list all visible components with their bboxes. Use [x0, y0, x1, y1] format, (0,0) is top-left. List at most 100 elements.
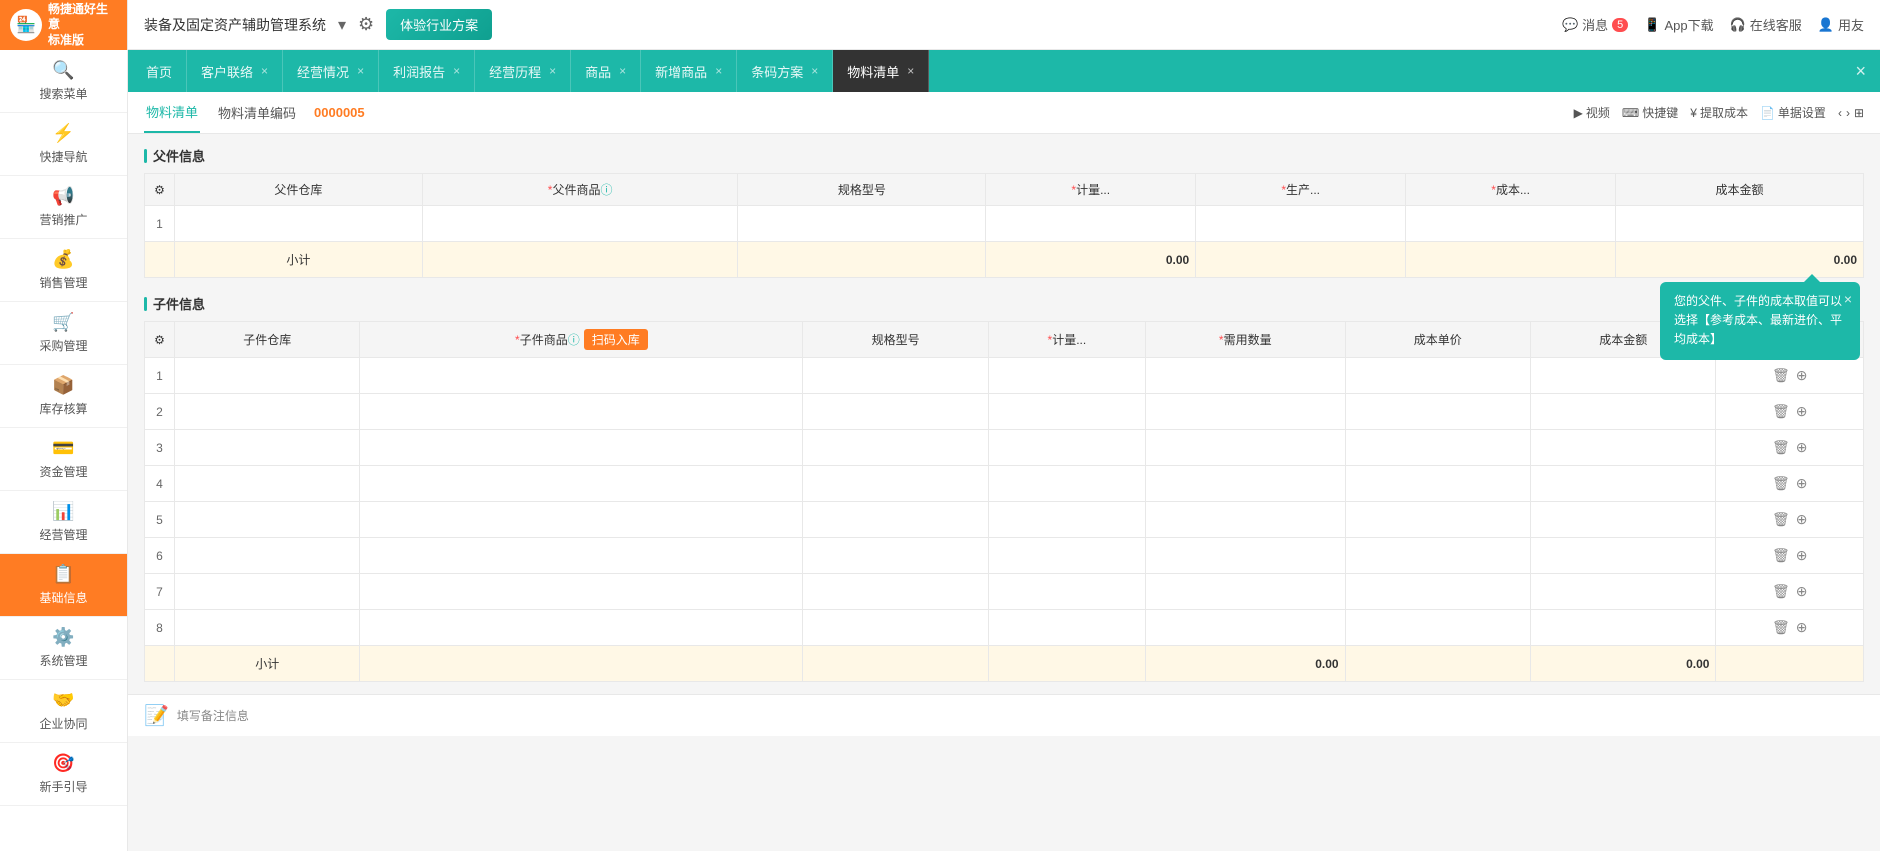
child-row-5-warehouse[interactable] [175, 502, 360, 538]
child-row-5-cost-amount[interactable] [1531, 502, 1716, 538]
tab-ops-status[interactable]: 经营情况 × [283, 50, 379, 92]
trial-button[interactable]: 体验行业方案 [386, 9, 492, 40]
child-row-7-copy-icon[interactable]: ⊕ [1796, 583, 1808, 600]
child-row-3-spec[interactable] [803, 430, 988, 466]
tab-ops-history-close[interactable]: × [549, 64, 556, 78]
tab-profit-report[interactable]: 利润报告 × [379, 50, 475, 92]
child-row-2-needed-qty[interactable] [1145, 394, 1345, 430]
sidebar-item-search[interactable]: 🔍 搜索菜单 [0, 50, 127, 113]
parent-row-1-cost-amount[interactable] [1616, 206, 1864, 242]
child-row-1-goods[interactable] [360, 358, 803, 394]
child-row-4-cost-unit[interactable] [1345, 466, 1530, 502]
sidebar-item-marketing[interactable]: 📢 营销推广 [0, 176, 127, 239]
child-row-7-unit[interactable] [988, 574, 1145, 610]
tab-goods-close[interactable]: × [619, 64, 626, 78]
sidebar-item-purchase[interactable]: 🛒 采购管理 [0, 302, 127, 365]
child-row-6-spec[interactable] [803, 538, 988, 574]
system-dropdown-button[interactable]: ▾ [338, 15, 346, 35]
child-row-5-unit[interactable] [988, 502, 1145, 538]
child-row-3-warehouse[interactable] [175, 430, 360, 466]
child-row-1-cost-amount[interactable] [1531, 358, 1716, 394]
child-row-1-delete-icon[interactable]: 🗑 [1772, 367, 1790, 384]
child-row-3-delete-icon[interactable]: 🗑 [1772, 439, 1790, 456]
child-row-2-goods[interactable] [360, 394, 803, 430]
child-row-5-goods[interactable] [360, 502, 803, 538]
tab-barcode[interactable]: 条码方案 × [737, 50, 833, 92]
child-row-1-warehouse[interactable] [175, 358, 360, 394]
sub-nav-shortcut[interactable]: ⌨ 快捷键 [1622, 104, 1678, 121]
child-row-6-cost-unit[interactable] [1345, 538, 1530, 574]
child-row-1-needed-qty[interactable] [1145, 358, 1345, 394]
tab-customer[interactable]: 客户联络 × [187, 50, 283, 92]
sidebar-item-system[interactable]: ⚙️ 系统管理 [0, 617, 127, 680]
child-row-6-goods[interactable] [360, 538, 803, 574]
sidebar-item-sales[interactable]: 💰 销售管理 [0, 239, 127, 302]
child-row-8-cost-amount[interactable] [1531, 610, 1716, 646]
child-row-1-spec[interactable] [803, 358, 988, 394]
sidebar-item-enterprise[interactable]: 🤝 企业协同 [0, 680, 127, 743]
sidebar-item-operations[interactable]: 📊 经营管理 [0, 491, 127, 554]
sidebar-item-quick-nav[interactable]: ⚡ 快捷导航 [0, 113, 127, 176]
nav-close-button[interactable]: × [1845, 61, 1876, 82]
child-row-2-unit[interactable] [988, 394, 1145, 430]
parent-row-1-cost[interactable] [1406, 206, 1616, 242]
child-row-6-needed-qty[interactable] [1145, 538, 1345, 574]
child-row-3-needed-qty[interactable] [1145, 430, 1345, 466]
child-row-8-unit[interactable] [988, 610, 1145, 646]
child-row-7-delete-icon[interactable]: 🗑 [1772, 583, 1790, 600]
child-row-3-copy-icon[interactable]: ⊕ [1796, 439, 1808, 456]
nav-prev-icon[interactable]: ‹ [1838, 106, 1842, 120]
child-goods-info-icon[interactable]: ⓘ [568, 333, 580, 347]
nav-next-icon[interactable]: › [1846, 106, 1850, 120]
child-row-2-spec[interactable] [803, 394, 988, 430]
child-row-4-needed-qty[interactable] [1145, 466, 1345, 502]
child-row-5-needed-qty[interactable] [1145, 502, 1345, 538]
child-row-7-needed-qty[interactable] [1145, 574, 1345, 610]
tab-bom-close[interactable]: × [907, 64, 914, 78]
tooltip-close-button[interactable]: × [1844, 288, 1852, 310]
child-row-8-spec[interactable] [803, 610, 988, 646]
parent-row-1-goods[interactable] [422, 206, 738, 242]
child-row-4-warehouse[interactable] [175, 466, 360, 502]
sidebar-item-guide[interactable]: 🎯 新手引导 [0, 743, 127, 806]
child-row-6-unit[interactable] [988, 538, 1145, 574]
child-row-7-warehouse[interactable] [175, 574, 360, 610]
child-row-1-unit[interactable] [988, 358, 1145, 394]
child-row-6-delete-icon[interactable]: 🗑 [1772, 547, 1790, 564]
child-row-2-warehouse[interactable] [175, 394, 360, 430]
tab-bom[interactable]: 物料清单 × [833, 50, 929, 92]
sidebar-item-inventory[interactable]: 📦 库存核算 [0, 365, 127, 428]
grid-view-icon[interactable]: ⊞ [1854, 106, 1864, 120]
child-row-8-cost-unit[interactable] [1345, 610, 1530, 646]
child-row-5-delete-icon[interactable]: 🗑 [1772, 511, 1790, 528]
tab-new-goods[interactable]: 新增商品 × [641, 50, 737, 92]
child-row-7-cost-amount[interactable] [1531, 574, 1716, 610]
child-col-gear[interactable]: ⚙ [145, 322, 175, 358]
parent-row-1-unit[interactable] [986, 206, 1196, 242]
child-row-7-spec[interactable] [803, 574, 988, 610]
app-download-action[interactable]: 📱 App下载 [1644, 15, 1713, 34]
child-row-4-copy-icon[interactable]: ⊕ [1796, 475, 1808, 492]
child-row-4-unit[interactable] [988, 466, 1145, 502]
tab-profit-report-close[interactable]: × [453, 64, 460, 78]
child-row-2-copy-icon[interactable]: ⊕ [1796, 403, 1808, 420]
child-row-3-cost-amount[interactable] [1531, 430, 1716, 466]
sub-nav-single-settings[interactable]: 📄 单据设置 [1760, 104, 1826, 121]
child-row-8-needed-qty[interactable] [1145, 610, 1345, 646]
tab-new-goods-close[interactable]: × [715, 64, 722, 78]
parent-row-1-warehouse[interactable] [175, 206, 423, 242]
child-row-6-copy-icon[interactable]: ⊕ [1796, 547, 1808, 564]
message-action[interactable]: 💬 消息 5 [1562, 15, 1628, 34]
child-row-3-cost-unit[interactable] [1345, 430, 1530, 466]
child-row-8-warehouse[interactable] [175, 610, 360, 646]
child-row-1-cost-unit[interactable] [1345, 358, 1530, 394]
tab-ops-status-close[interactable]: × [357, 64, 364, 78]
tab-customer-close[interactable]: × [261, 64, 268, 78]
sidebar-item-basic-info[interactable]: 📋 基础信息 [0, 554, 127, 617]
child-row-5-cost-unit[interactable] [1345, 502, 1530, 538]
user-action[interactable]: 👤 用友 [1818, 15, 1864, 34]
child-row-6-warehouse[interactable] [175, 538, 360, 574]
child-row-7-goods[interactable] [360, 574, 803, 610]
child-row-8-copy-icon[interactable]: ⊕ [1796, 619, 1808, 636]
child-row-4-cost-amount[interactable] [1531, 466, 1716, 502]
